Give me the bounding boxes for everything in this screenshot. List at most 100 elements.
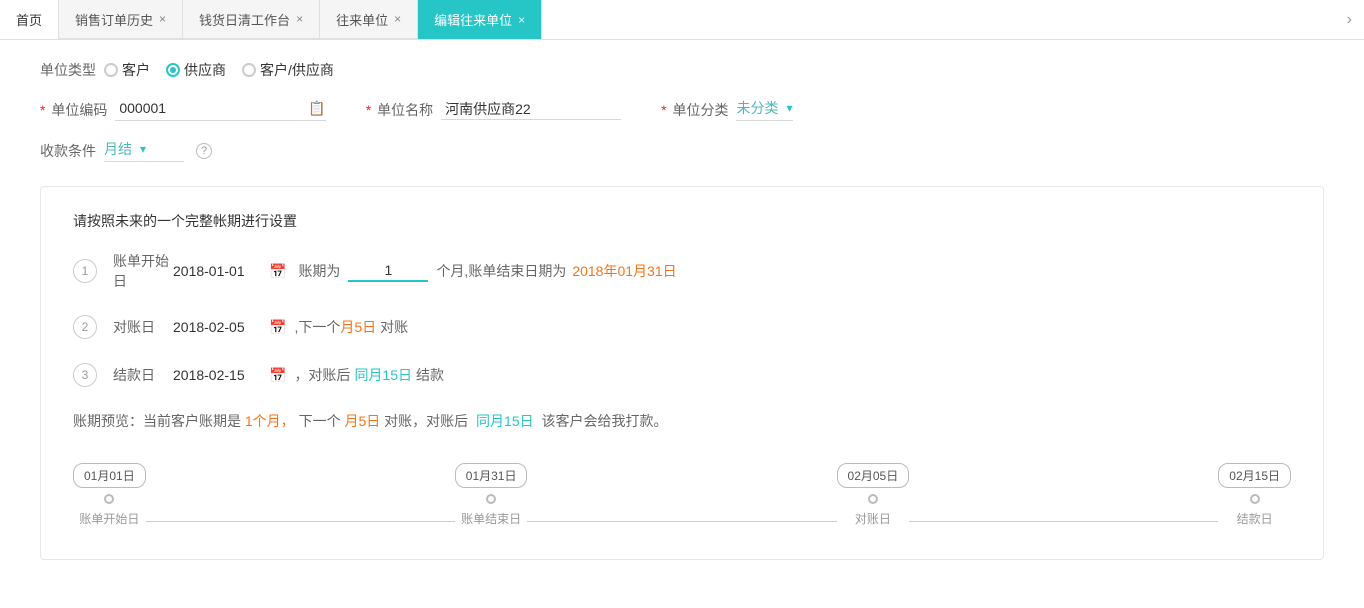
preview-part1: 1个月， xyxy=(245,413,295,429)
radio-supplier-circle xyxy=(166,63,180,77)
step-1-desc-before: 账期为 xyxy=(298,261,340,281)
unit-code-input-wrapper: 📋 xyxy=(115,98,325,121)
step-3-date: 2018-02-15 xyxy=(173,367,263,383)
tab-edit-partner-close[interactable]: × xyxy=(518,13,525,27)
unit-code-star: * xyxy=(40,102,45,118)
preview-section: 账期预览：当前客户账期是 1个月， 下一个 月5日 对账，对账后 同月15日 该… xyxy=(73,411,1291,431)
tl-label-4: 结款日 xyxy=(1237,510,1273,527)
preview-label: 账期预览：当前客户账期是 xyxy=(73,413,241,429)
tl-node-1: 01月01日 账单开始日 xyxy=(73,463,146,527)
tl-node-4: 02月15日 结款日 xyxy=(1218,463,1291,527)
step-3-label: 结款日 xyxy=(113,365,173,385)
unit-category-dropdown-icon: ▾ xyxy=(786,101,792,115)
unit-name-field: * 单位名称 xyxy=(366,99,621,120)
tl-line-2 xyxy=(527,521,836,522)
unit-type-radio-group: 客户 供应商 客户/供应商 xyxy=(104,60,334,80)
step-2-num: 2 xyxy=(73,315,97,339)
tl-line-1 xyxy=(146,521,455,522)
tab-partners[interactable]: 往来单位 × xyxy=(320,0,418,39)
tl-label-2: 账单结束日 xyxy=(461,510,521,527)
unit-info-row: * 单位编码 📋 * 单位名称 * 单位分类 未分类 ▾ xyxy=(40,98,1324,121)
tab-cashflow[interactable]: 钱货日清工作台 × xyxy=(183,0,320,39)
step-3-highlight: 同月15日 xyxy=(354,365,412,385)
tl-pill-4: 02月15日 xyxy=(1218,463,1291,488)
step-2-desc-after: 对账 xyxy=(380,317,408,337)
tab-sales-history[interactable]: 销售订单历史 × xyxy=(59,0,183,39)
step-2-highlight: 月5日 xyxy=(340,317,376,337)
unit-category-field: * 单位分类 未分类 ▾ xyxy=(661,98,792,121)
radio-customer-circle xyxy=(104,63,118,77)
tab-edit-partner[interactable]: 编辑往来单位 × xyxy=(418,0,542,39)
preview-part2: 月5日 xyxy=(344,413,380,429)
tab-edit-partner-label: 编辑往来单位 xyxy=(434,10,512,29)
step-1-highlight: 2018年01月31日 xyxy=(572,261,676,281)
unit-code-icon[interactable]: 📋 xyxy=(308,100,325,117)
unit-code-input[interactable] xyxy=(115,98,304,118)
step-2-cal-icon[interactable]: 📅 xyxy=(269,319,286,336)
tl-dot-4 xyxy=(1250,494,1260,504)
tl-label-3: 对账日 xyxy=(855,510,891,527)
tl-dot-2 xyxy=(486,494,496,504)
tl-dot-3 xyxy=(868,494,878,504)
payment-terms-dropdown-icon: ▾ xyxy=(140,142,146,156)
preview-part2-suffix: 对账，对账后 xyxy=(384,413,468,429)
tab-partners-close[interactable]: × xyxy=(394,12,401,26)
tab-sales-history-label: 销售订单历史 xyxy=(75,10,153,29)
unit-category-label: * 单位分类 xyxy=(661,100,728,120)
step-1-row: 1 账单开始日 2018-01-01 📅 账期为 个月,账单结束日期为 2018… xyxy=(73,251,1291,291)
unit-name-input[interactable] xyxy=(441,99,621,120)
tab-cashflow-close[interactable]: × xyxy=(296,12,303,26)
step-3-desc-before: ，对账后 xyxy=(294,365,350,385)
step-1-num: 1 xyxy=(73,259,97,283)
unit-code-label: * 单位编码 xyxy=(40,100,107,120)
tab-bar: 首页 销售订单历史 × 钱货日清工作台 × 往来单位 × 编辑往来单位 × › xyxy=(0,0,1364,40)
step-1-date: 2018-01-01 xyxy=(173,263,263,279)
unit-category-select[interactable]: 未分类 ▾ xyxy=(736,98,792,121)
step-3-desc-after: 结款 xyxy=(416,365,444,385)
card-title: 请按照未来的一个完整帐期进行设置 xyxy=(73,211,1291,231)
period-input[interactable] xyxy=(348,260,428,282)
radio-customer-label: 客户 xyxy=(122,60,150,80)
step-2-desc-before: ,下一个 xyxy=(294,317,340,337)
payment-terms-row: 收款条件 月结 ▾ ? xyxy=(40,139,1324,162)
preview-part3: 同月15日 xyxy=(476,413,534,429)
tl-label-1: 账单开始日 xyxy=(79,510,139,527)
unit-name-label: * 单位名称 xyxy=(366,100,433,120)
preview-part2-prefix: 下一个 xyxy=(299,413,341,429)
payment-terms-value: 月结 xyxy=(104,139,132,159)
radio-both[interactable]: 客户/供应商 xyxy=(242,60,334,80)
tab-cashflow-label: 钱货日清工作台 xyxy=(199,10,290,29)
payment-terms-help-icon[interactable]: ? xyxy=(196,143,212,159)
unit-type-row: 单位类型 客户 供应商 客户/供应商 xyxy=(40,60,1324,80)
step-3-num: 3 xyxy=(73,363,97,387)
unit-type-field: 单位类型 客户 供应商 客户/供应商 xyxy=(40,60,334,80)
tl-node-3: 02月05日 对账日 xyxy=(837,463,910,527)
tab-home[interactable]: 首页 xyxy=(0,0,59,39)
tl-pill-3: 02月05日 xyxy=(837,463,910,488)
step-3-cal-icon[interactable]: 📅 xyxy=(269,367,286,384)
payment-terms-label: 收款条件 xyxy=(40,141,96,161)
payment-terms-field: 收款条件 月结 ▾ ? xyxy=(40,139,212,162)
radio-supplier-label: 供应商 xyxy=(184,60,226,80)
tab-more-button[interactable]: › xyxy=(1335,0,1364,39)
tl-node-2: 01月31日 账单结束日 xyxy=(455,463,528,527)
unit-type-label: 单位类型 xyxy=(40,60,96,80)
step-2-label: 对账日 xyxy=(113,317,173,337)
tl-pill-1: 01月01日 xyxy=(73,463,146,488)
timeline: 01月01日 账单开始日 01月31日 账单结束日 02月05日 xyxy=(73,455,1291,535)
step-1-cal-icon[interactable]: 📅 xyxy=(269,263,286,280)
tab-sales-history-close[interactable]: × xyxy=(159,12,166,26)
unit-name-star: * xyxy=(366,102,371,118)
tab-home-label: 首页 xyxy=(16,10,42,29)
step-2-row: 2 对账日 2018-02-05 📅 ,下一个 月5日 对账 xyxy=(73,315,1291,339)
step-1-desc-after: 个月,账单结束日期为 xyxy=(436,261,566,281)
radio-customer[interactable]: 客户 xyxy=(104,60,150,80)
payment-terms-select[interactable]: 月结 ▾ xyxy=(104,139,184,162)
unit-category-star: * xyxy=(661,102,666,118)
radio-both-circle xyxy=(242,63,256,77)
tab-partners-label: 往来单位 xyxy=(336,10,388,29)
radio-supplier[interactable]: 供应商 xyxy=(166,60,226,80)
tl-dot-1 xyxy=(104,494,114,504)
step-1-label: 账单开始日 xyxy=(113,251,173,291)
tl-line-3 xyxy=(909,521,1218,522)
